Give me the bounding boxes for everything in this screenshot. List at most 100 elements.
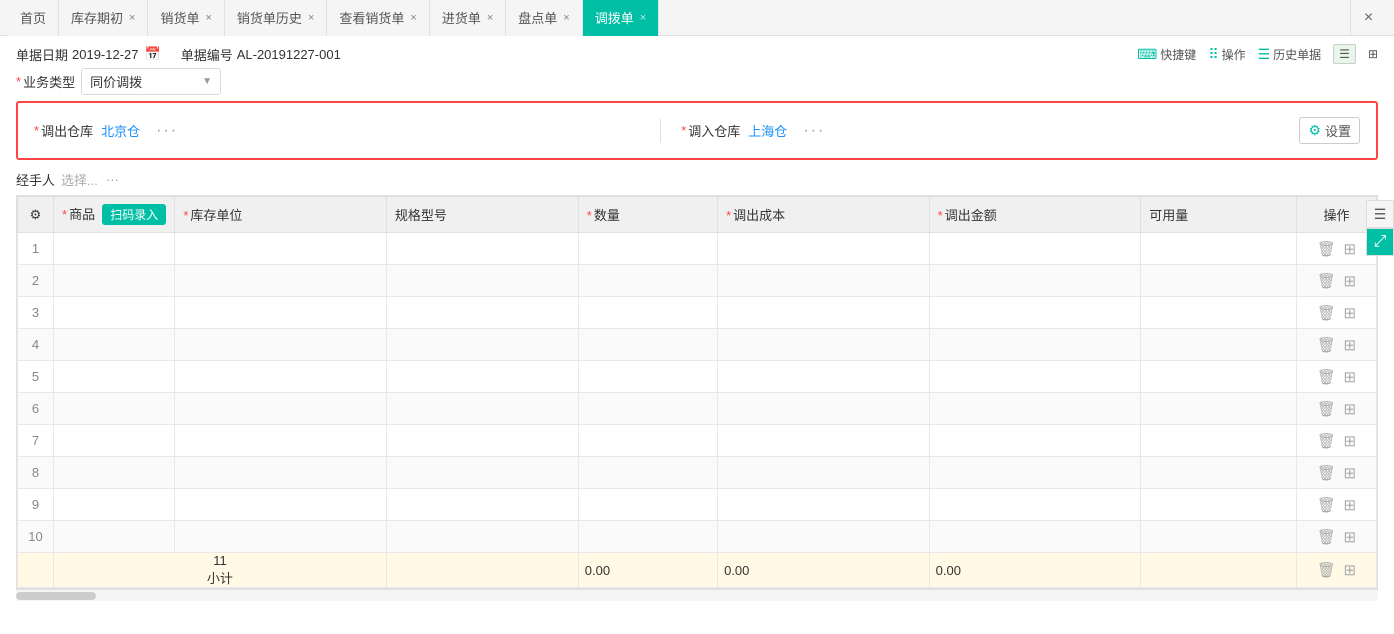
cell-unit[interactable] xyxy=(175,521,387,553)
cell-product[interactable] xyxy=(54,265,175,297)
cell-amount[interactable] xyxy=(929,521,1141,553)
copy-row-icon[interactable]: ⊞ xyxy=(1344,273,1357,290)
cell-available[interactable] xyxy=(1141,521,1297,553)
close-stocktake[interactable]: × xyxy=(563,12,569,24)
cell-amount[interactable] xyxy=(929,425,1141,457)
cell-spec[interactable] xyxy=(386,425,578,457)
cell-product[interactable] xyxy=(54,329,175,361)
cell-spec[interactable] xyxy=(386,297,578,329)
settings-btn[interactable]: ⚙ 设置 xyxy=(1299,117,1360,144)
cell-amount[interactable] xyxy=(929,457,1141,489)
cell-available[interactable] xyxy=(1141,361,1297,393)
delete-row-icon[interactable]: 🗑 xyxy=(1317,273,1336,290)
copy-row-icon[interactable]: ⊞ xyxy=(1344,241,1357,258)
cell-unit[interactable] xyxy=(175,425,387,457)
cell-cost[interactable] xyxy=(718,489,930,521)
close-view-sales[interactable]: × xyxy=(410,12,416,24)
delete-row-icon[interactable]: 🗑 xyxy=(1317,305,1336,322)
cell-cost[interactable] xyxy=(718,457,930,489)
agent-more-btn[interactable]: ··· xyxy=(106,172,119,187)
cell-available[interactable] xyxy=(1141,265,1297,297)
agent-placeholder[interactable]: 选择... xyxy=(61,170,98,189)
cell-cost[interactable] xyxy=(718,425,930,457)
cell-cost[interactable] xyxy=(718,297,930,329)
scroll-bar[interactable] xyxy=(16,589,1378,601)
cell-unit[interactable] xyxy=(175,329,387,361)
copy-row-icon[interactable]: ⊞ xyxy=(1344,465,1357,482)
delete-row-icon[interactable]: 🗑 xyxy=(1317,337,1336,354)
tab-view-sales[interactable]: 查看销货单 × xyxy=(327,0,429,36)
cell-amount[interactable] xyxy=(929,297,1141,329)
cell-available[interactable] xyxy=(1141,297,1297,329)
copy-row-icon[interactable]: ⊞ xyxy=(1344,529,1357,546)
copy-row-icon[interactable]: ⊞ xyxy=(1344,497,1357,514)
cell-product[interactable] xyxy=(54,521,175,553)
cell-qty[interactable] xyxy=(578,425,717,457)
col-gear[interactable]: ⚙ xyxy=(18,197,54,233)
delete-row-icon[interactable]: 🗑 xyxy=(1317,465,1336,482)
warehouse-out-more[interactable]: ··· xyxy=(156,122,178,140)
cell-qty[interactable] xyxy=(578,457,717,489)
view-grid-btn[interactable]: ⊞ xyxy=(1368,47,1378,61)
float-notes-btn[interactable]: ☰ xyxy=(1366,200,1394,228)
cell-unit[interactable] xyxy=(175,297,387,329)
cell-unit[interactable] xyxy=(175,265,387,297)
tab-inventory-init[interactable]: 库存期初 × xyxy=(59,0,148,36)
delete-icon[interactable]: 🗑 xyxy=(1317,562,1336,579)
close-sales-history[interactable]: × xyxy=(308,12,314,24)
tab-purchase[interactable]: 进货单 × xyxy=(430,0,506,36)
cell-qty[interactable] xyxy=(578,393,717,425)
cell-unit[interactable] xyxy=(175,233,387,265)
cell-amount[interactable] xyxy=(929,361,1141,393)
close-transfer[interactable]: × xyxy=(640,12,646,24)
tab-stocktake[interactable]: 盘点单 × xyxy=(506,0,582,36)
delete-row-icon[interactable]: 🗑 xyxy=(1317,497,1336,514)
close-window-btn[interactable]: × xyxy=(1350,0,1386,36)
cell-product[interactable] xyxy=(54,297,175,329)
cell-product[interactable] xyxy=(54,489,175,521)
copy-row-icon[interactable]: ⊞ xyxy=(1344,401,1357,418)
copy-icon[interactable]: ⊞ xyxy=(1344,562,1357,579)
cell-available[interactable] xyxy=(1141,233,1297,265)
float-expand-btn[interactable]: ⤢ xyxy=(1366,228,1394,256)
cell-qty[interactable] xyxy=(578,265,717,297)
cell-qty[interactable] xyxy=(578,297,717,329)
copy-row-icon[interactable]: ⊞ xyxy=(1344,305,1357,322)
cell-cost[interactable] xyxy=(718,265,930,297)
cell-available[interactable] xyxy=(1141,393,1297,425)
view-list-btn[interactable]: ☰ xyxy=(1333,44,1356,64)
cell-cost[interactable] xyxy=(718,233,930,265)
copy-row-icon[interactable]: ⊞ xyxy=(1344,369,1357,386)
cell-cost[interactable] xyxy=(718,393,930,425)
shortcut-btn[interactable]: ⌨ 快捷键 xyxy=(1137,46,1196,63)
cell-amount[interactable] xyxy=(929,489,1141,521)
cell-available[interactable] xyxy=(1141,457,1297,489)
tab-sales-order[interactable]: 销货单 × xyxy=(148,0,224,36)
cell-available[interactable] xyxy=(1141,329,1297,361)
cell-cost[interactable] xyxy=(718,329,930,361)
cell-spec[interactable] xyxy=(386,265,578,297)
cell-spec[interactable] xyxy=(386,329,578,361)
cell-amount[interactable] xyxy=(929,265,1141,297)
cell-spec[interactable] xyxy=(386,361,578,393)
cell-amount[interactable] xyxy=(929,329,1141,361)
tab-sales-history[interactable]: 销货单历史 × xyxy=(225,0,327,36)
cell-product[interactable] xyxy=(54,393,175,425)
cell-cost[interactable] xyxy=(718,521,930,553)
cell-cost[interactable] xyxy=(718,361,930,393)
cell-spec[interactable] xyxy=(386,393,578,425)
cell-spec[interactable] xyxy=(386,233,578,265)
tab-transfer[interactable]: 调拨单 × xyxy=(583,0,659,36)
delete-row-icon[interactable]: 🗑 xyxy=(1317,369,1336,386)
cell-product[interactable] xyxy=(54,233,175,265)
cell-unit[interactable] xyxy=(175,457,387,489)
cell-available[interactable] xyxy=(1141,425,1297,457)
cell-unit[interactable] xyxy=(175,361,387,393)
scroll-thumb[interactable] xyxy=(16,592,96,600)
cell-product[interactable] xyxy=(54,361,175,393)
cell-available[interactable] xyxy=(1141,489,1297,521)
cell-qty[interactable] xyxy=(578,329,717,361)
delete-row-icon[interactable]: 🗑 xyxy=(1317,241,1336,258)
calendar-icon[interactable]: 📅 xyxy=(145,46,161,62)
tab-home[interactable]: 首页 xyxy=(8,0,59,36)
